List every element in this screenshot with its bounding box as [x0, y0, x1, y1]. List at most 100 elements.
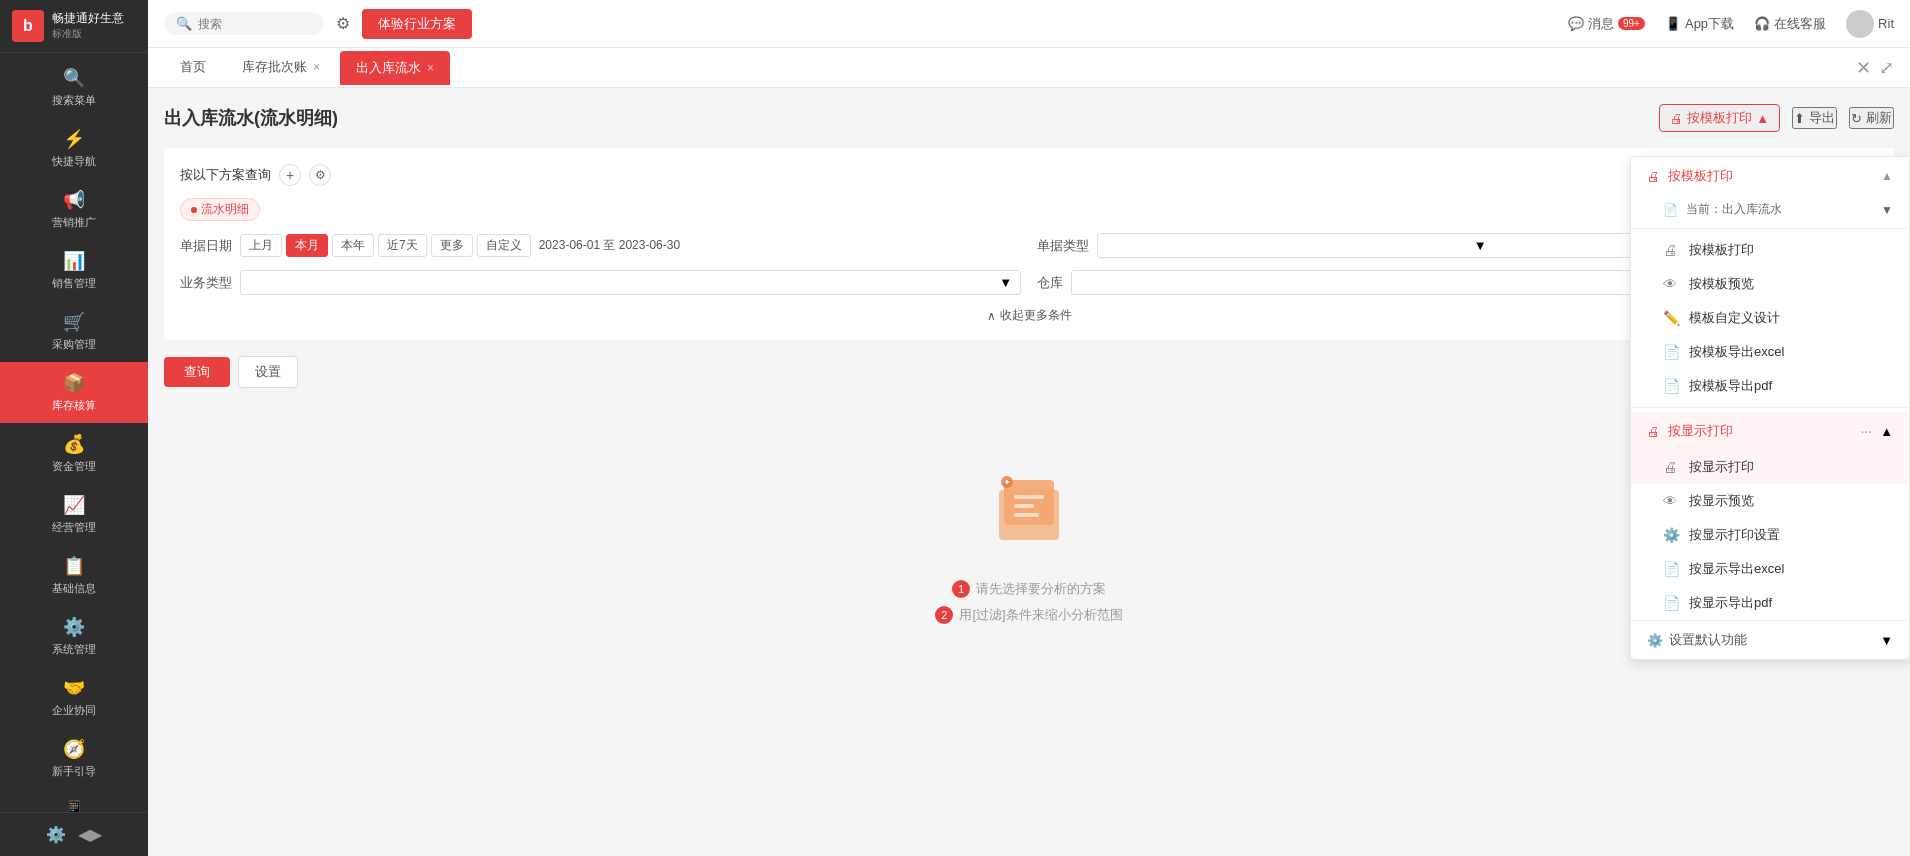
tab-inout-flow-close[interactable]: ×	[427, 61, 434, 75]
trial-button[interactable]: 体验行业方案	[362, 9, 472, 39]
export-button[interactable]: ⬆ 导出	[1792, 107, 1837, 129]
date-btn-custom[interactable]: 自定义	[477, 234, 531, 257]
template-export-excel-label: 按模板导出excel	[1689, 343, 1784, 361]
user-profile-btn[interactable]: Rit	[1846, 10, 1894, 38]
sidebar-item-sales[interactable]: 📊 销售管理	[0, 240, 148, 301]
tab-inout-flow[interactable]: 出入库流水 ×	[340, 51, 450, 85]
divider-2	[1631, 407, 1909, 408]
sidebar-collapse-icon[interactable]: ◀▶	[78, 825, 102, 844]
collapse-btn-label: 收起更多条件	[1000, 307, 1072, 324]
sidebar-item-app-center[interactable]: 📱 应用中心	[0, 789, 148, 812]
sidebar-settings-icon[interactable]: ⚙️	[46, 825, 66, 844]
tab-bar: 首页 库存批次账 × 出入库流水 × ✕ ⤢	[148, 48, 1910, 88]
dropdown-display-export-excel[interactable]: 📄 按显示导出excel	[1631, 552, 1909, 586]
sidebar-item-collab[interactable]: 🤝 企业协同	[0, 667, 148, 728]
date-btn-7days[interactable]: 近7天	[378, 234, 427, 257]
topbar-gear-icon[interactable]: ⚙	[336, 14, 350, 33]
sidebar-item-finance[interactable]: 💰 资金管理	[0, 423, 148, 484]
sidebar-item-basic-info[interactable]: 📋 基础信息	[0, 545, 148, 606]
app-download-icon: 📱	[1665, 16, 1681, 31]
dropdown-section2-title: 🖨 按显示打印	[1647, 422, 1733, 440]
page-content: 出入库流水(流水明细) 🖨 按模板打印 ▲ ⬆ 导出 ↻ 刷新	[148, 88, 1910, 856]
sidebar-item-inventory[interactable]: 📦 库存核算	[0, 362, 148, 423]
setting-button[interactable]: 设置	[238, 356, 298, 388]
topbar-search-bar[interactable]: 🔍	[164, 12, 324, 35]
app-download-label: App下载	[1685, 15, 1734, 33]
display-export-pdf-icon: 📄	[1663, 595, 1679, 611]
display-preview-icon: 👁	[1663, 493, 1679, 509]
collapse-more-btn[interactable]: ∧ 收起更多条件	[180, 307, 1878, 324]
tab-expand-icon[interactable]: ⤢	[1879, 57, 1894, 79]
dropdown-template-customize[interactable]: ✏️ 模板自定义设计	[1631, 301, 1909, 335]
inventory-icon: 📦	[63, 372, 85, 394]
dropdown-template-preview[interactable]: 👁 按模板预览	[1631, 267, 1909, 301]
sidebar-item-marketing[interactable]: 📢 营销推广	[0, 179, 148, 240]
print-template-label: 按模板打印	[1687, 109, 1752, 127]
tab-batch-account-close[interactable]: ×	[313, 60, 320, 74]
dropdown-section1-chevron: ▲	[1881, 169, 1893, 183]
tab-close-all-icon[interactable]: ✕	[1856, 57, 1871, 79]
template-export-excel-icon: 📄	[1663, 344, 1679, 360]
empty-tip-num-2: 2	[935, 606, 953, 624]
sidebar-item-guide[interactable]: 🧭 新手引导	[0, 728, 148, 789]
svg-rect-1	[1004, 480, 1054, 525]
section2-dots-icon[interactable]: ···	[1860, 423, 1872, 439]
tab-batch-account-label: 库存批次账	[242, 58, 307, 76]
dropdown-display-export-pdf[interactable]: 📄 按显示导出pdf	[1631, 586, 1909, 620]
tab-home-label: 首页	[180, 58, 206, 76]
sidebar-item-purchase[interactable]: 🛒 采购管理	[0, 301, 148, 362]
print-template-button[interactable]: 🖨 按模板打印 ▲	[1659, 104, 1780, 132]
dropdown-footer-text: ⚙️ 设置默认功能	[1647, 631, 1747, 649]
tab-home[interactable]: 首页	[164, 50, 222, 86]
business-type-select[interactable]: ▼	[240, 270, 1021, 295]
dropdown-display-print[interactable]: 🖨 按显示打印	[1631, 450, 1909, 484]
online-service-btn[interactable]: 🎧 在线客服	[1754, 15, 1826, 33]
logo-text-block: 畅捷通好生意 标准版	[52, 11, 124, 41]
sidebar-item-system[interactable]: ⚙️ 系统管理	[0, 606, 148, 667]
date-btn-this-month[interactable]: 本月	[286, 234, 328, 257]
sales-icon: 📊	[63, 250, 85, 272]
sidebar-item-basicinfo-label: 基础信息	[52, 581, 96, 596]
business-type-label: 业务类型	[180, 274, 232, 292]
headset-icon: 🎧	[1754, 16, 1770, 31]
filter-add-button[interactable]: +	[279, 164, 301, 186]
dropdown-footer[interactable]: ⚙️ 设置默认功能 ▼	[1631, 620, 1909, 659]
sidebar-item-quick-nav[interactable]: ⚡ 快捷导航	[0, 118, 148, 179]
page-header: 出入库流水(流水明细) 🖨 按模板打印 ▲ ⬆ 导出 ↻ 刷新	[164, 104, 1894, 132]
sidebar-item-search[interactable]: 🔍 搜索菜单	[0, 57, 148, 118]
date-btn-last-month[interactable]: 上月	[240, 234, 282, 257]
query-button[interactable]: 查询	[164, 357, 230, 387]
app-name: 畅捷通好生意	[52, 11, 124, 27]
refresh-button[interactable]: ↻ 刷新	[1849, 107, 1894, 129]
dropdown-template-export-excel[interactable]: 📄 按模板导出excel	[1631, 335, 1909, 369]
dropdown-section2-header[interactable]: 🖨 按显示打印 ··· ▲	[1631, 412, 1909, 450]
date-btn-more[interactable]: 更多	[431, 234, 473, 257]
empty-tip-1-text: 请先选择要分析的方案	[976, 580, 1106, 598]
current-item-chevron: ▼	[1881, 203, 1893, 217]
dropdown-template-print[interactable]: 🖨 按模板打印	[1631, 233, 1909, 267]
empty-tip-num-1: 1	[952, 580, 970, 598]
display-settings-label: 按显示打印设置	[1689, 526, 1780, 544]
search-input[interactable]	[198, 17, 298, 31]
filter-business-row: 业务类型 ▼ 仓库 ···	[180, 270, 1878, 295]
dropdown-section1-header[interactable]: 🖨 按模板打印 ▲	[1631, 157, 1909, 195]
warehouse-label: 仓库	[1037, 274, 1063, 292]
date-btn-this-year[interactable]: 本年	[332, 234, 374, 257]
sidebar-item-operations[interactable]: 📈 经营管理	[0, 484, 148, 545]
dropdown-display-print-settings[interactable]: ⚙️ 按显示打印设置	[1631, 518, 1909, 552]
dropdown-template-export-pdf[interactable]: 📄 按模板导出pdf	[1631, 369, 1909, 403]
dropdown-display-preview[interactable]: 👁 按显示预览	[1631, 484, 1909, 518]
sidebar-item-search-label: 搜索菜单	[52, 93, 96, 108]
filter-setting-button[interactable]: ⚙	[309, 164, 331, 186]
message-btn[interactable]: 💬 消息 99+	[1568, 15, 1645, 33]
message-badge: 99+	[1618, 17, 1645, 30]
tab-batch-account[interactable]: 库存批次账 ×	[226, 50, 336, 86]
svg-rect-3	[1014, 504, 1034, 508]
filter-date-options: 上月 本月 本年 近7天 更多 自定义 2023-06-01 至 2023-06…	[240, 234, 680, 257]
sidebar-nav: 🔍 搜索菜单 ⚡ 快捷导航 📢 营销推广 📊 销售管理 🛒 采购管理 📦 库存核…	[0, 53, 148, 812]
app-download-btn[interactable]: 📱 App下载	[1665, 15, 1734, 33]
message-label: 消息	[1588, 15, 1614, 33]
export-label: 导出	[1809, 109, 1835, 127]
sidebar: b 畅捷通好生意 标准版 🔍 搜索菜单 ⚡ 快捷导航 📢 营销推广 📊 销售管理…	[0, 0, 148, 856]
search-icon: 🔍	[63, 67, 85, 89]
